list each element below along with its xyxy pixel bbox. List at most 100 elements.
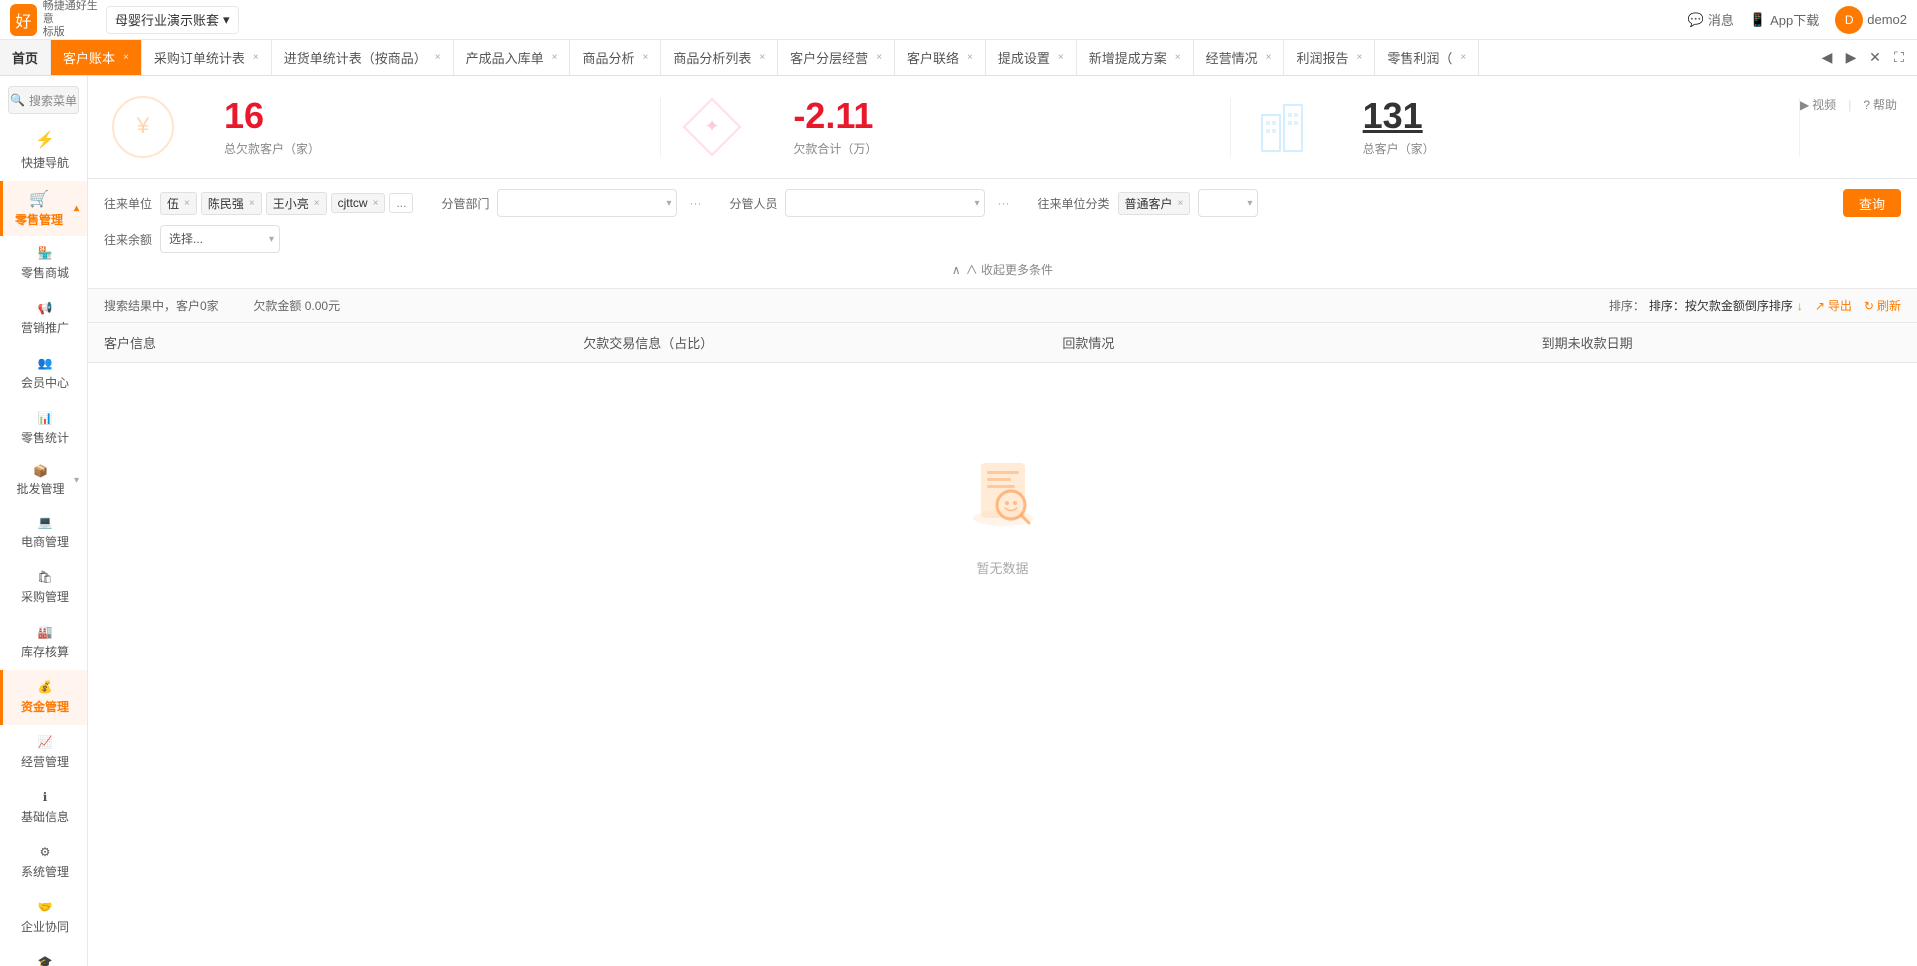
more-tags-button[interactable]: ...: [389, 193, 413, 213]
tab-product-analysis[interactable]: 商品分析 ×: [570, 40, 661, 75]
result-info: 搜索结果中，客户0家 欠款金额 0.00元: [104, 297, 340, 314]
filter-row-2: 往来余额 选择...: [104, 225, 1901, 253]
sidebar-item-purchase-mgmt[interactable]: 🛍 采购管理: [0, 560, 87, 615]
tab-close-icon[interactable]: ×: [876, 52, 882, 63]
tab-fullscreen-button[interactable]: ⛶: [1889, 48, 1909, 68]
tab-customer-contact[interactable]: 客户联络 ×: [895, 40, 986, 75]
tab-label: 提成设置: [998, 48, 1050, 67]
filter-row-1: 往来单位 伍 × 陈民强 × 王小亮 × cjttcw: [104, 189, 1901, 217]
sidebar-item-sys-mgmt[interactable]: ⚙ 系统管理: [0, 835, 87, 890]
tab-close-icon[interactable]: ×: [967, 52, 973, 63]
tab-close-icon[interactable]: ×: [1058, 52, 1064, 63]
tab-close-icon[interactable]: ×: [1356, 52, 1362, 63]
query-button[interactable]: 查询: [1843, 189, 1901, 217]
purchase-icon: 🛍: [37, 570, 52, 584]
tab-business-status[interactable]: 经营情况 ×: [1194, 40, 1285, 75]
sidebar-search-button[interactable]: 🔍 搜索菜单: [8, 86, 79, 114]
workspace-selector[interactable]: 母婴行业演示账套 ▾: [106, 6, 239, 34]
filter-tag-wu[interactable]: 伍 ×: [160, 192, 197, 215]
content-area: ¥ 16 总欠款客户（家） ✦ -2.11 欠款合计（万）: [88, 76, 1917, 966]
tab-profit-report[interactable]: 利润报告 ×: [1284, 40, 1375, 75]
filter-tag-cjttcw[interactable]: cjttcw ×: [331, 193, 386, 213]
enterprise-icon: 🤝: [38, 900, 53, 914]
stat-debt-amount: -2.11 欠款合计（万）: [763, 98, 1230, 157]
tab-product-instock[interactable]: 产成品入库单 ×: [454, 40, 571, 75]
sidebar-item-finance[interactable]: 💰 资金管理: [0, 670, 87, 725]
message-button[interactable]: 💬 消息: [1688, 10, 1734, 29]
tab-retail-profit[interactable]: 零售利润（ ×: [1375, 40, 1479, 75]
tab-close-icon[interactable]: ×: [759, 52, 765, 63]
sidebar-item-batch-mgmt[interactable]: 📦 批发管理 ▾: [0, 456, 87, 505]
stats-left-decoration: ¥: [108, 92, 178, 162]
sidebar-item-retail-stats[interactable]: 📊 零售统计: [0, 401, 87, 456]
tab-product-analysis-list[interactable]: 商品分析列表 ×: [661, 40, 778, 75]
stats-mid-decoration: ✦: [677, 92, 747, 162]
sidebar-item-new-guide[interactable]: 🎓 新手引导: [0, 945, 87, 966]
tag-close-icon[interactable]: ×: [1178, 198, 1184, 209]
result-actions: 排序： 排序：按欠款金额倒序排序 ↓ ↗ 导出 ↻ 刷新: [1609, 297, 1901, 314]
tag-close-icon[interactable]: ×: [184, 198, 190, 209]
sidebar-item-retail-mall[interactable]: 🏪 零售商城: [0, 236, 87, 291]
tab-close-icon[interactable]: ×: [642, 52, 648, 63]
message-icon: 💬: [1688, 12, 1704, 28]
sidebar-item-enterprise-collab[interactable]: 🤝 企业协同: [0, 890, 87, 945]
tab-bar-actions: ◀ ▶ ✕ ⛶: [1809, 40, 1917, 75]
sidebar-item-basic-info[interactable]: ℹ 基础信息: [0, 780, 87, 835]
sidebar-item-ops-mgmt[interactable]: 📈 经营管理: [0, 725, 87, 780]
sidebar-item-quick-nav[interactable]: ⚡ 快捷导航: [0, 120, 87, 181]
logo-text: 畅捷通好生意 标版: [43, 0, 98, 39]
sidebar-item-retail-mgmt[interactable]: 🛒 零售管理 ▴: [0, 181, 87, 236]
video-icon: ▶: [1800, 98, 1809, 112]
tag-close-icon[interactable]: ×: [314, 198, 320, 209]
search-icon: 🔍: [10, 93, 25, 107]
tab-customer-cost[interactable]: 客户账本 ×: [51, 40, 142, 75]
dept-select-wrapper: [497, 189, 677, 217]
sort-button[interactable]: 排序： 排序：按欠款金额倒序排序 ↓: [1609, 297, 1803, 314]
help-link[interactable]: ? 帮助: [1863, 96, 1897, 113]
stat-value-debt: -2.11: [793, 98, 873, 134]
sidebar-item-member-center[interactable]: 👥 会员中心: [0, 346, 87, 401]
tab-close-icon[interactable]: ×: [552, 52, 558, 63]
balance-select[interactable]: 选择...: [160, 225, 280, 253]
tag-close-icon[interactable]: ×: [249, 198, 255, 209]
filter-tag-chen[interactable]: 陈民强 ×: [201, 192, 262, 215]
empty-state: 暂无数据: [88, 363, 1917, 657]
basic-info-icon: ℹ: [43, 790, 48, 804]
tab-new-improve[interactable]: 新增提成方案 ×: [1077, 40, 1194, 75]
refresh-button[interactable]: ↻ 刷新: [1864, 297, 1901, 314]
tab-purchase-stats[interactable]: 采购订单统计表 ×: [142, 40, 272, 75]
tab-close-icon[interactable]: ×: [1460, 52, 1466, 63]
tab-close-icon[interactable]: ×: [1175, 52, 1181, 63]
sidebar-item-ecommerce[interactable]: 💻 电商管理: [0, 505, 87, 560]
data-table: 客户信息 欠款交易信息（占比） 回款情况 到期未收款日期: [88, 323, 1917, 966]
filter-tag-wang[interactable]: 王小亮 ×: [266, 192, 327, 215]
tab-close-icon[interactable]: ×: [1266, 52, 1272, 63]
person-select[interactable]: [785, 189, 985, 217]
top-nav-left: 好 畅捷通好生意 标版 母婴行业演示账套 ▾: [10, 0, 239, 39]
tab-home[interactable]: 首页: [0, 40, 51, 75]
col-header-debt: 欠款交易信息（占比）: [583, 333, 1062, 352]
empty-illustration: [953, 443, 1053, 546]
tab-prev-button[interactable]: ◀: [1817, 48, 1837, 68]
user-menu[interactable]: D demo2: [1835, 6, 1907, 34]
tab-close-all-button[interactable]: ✕: [1865, 48, 1885, 68]
tag-close-icon[interactable]: ×: [373, 198, 379, 209]
sidebar-item-marketing[interactable]: 📢 营销推广: [0, 291, 87, 346]
export-button[interactable]: ↗ 导出: [1815, 297, 1852, 314]
dept-select[interactable]: [497, 189, 677, 217]
tab-customer-tier[interactable]: 客户分层经营 ×: [778, 40, 895, 75]
tab-stock-stats[interactable]: 进货单统计表（按商品） ×: [272, 40, 454, 75]
sidebar-item-inventory[interactable]: 🏭 库存核算: [0, 615, 87, 670]
app-download-button[interactable]: 📱 App下载: [1750, 10, 1819, 29]
tab-close-icon[interactable]: ×: [435, 52, 441, 63]
unit-type-select[interactable]: [1198, 189, 1258, 217]
tab-next-button[interactable]: ▶: [1841, 48, 1861, 68]
tab-improve-settings[interactable]: 提成设置 ×: [986, 40, 1077, 75]
tab-close-icon[interactable]: ×: [253, 52, 259, 63]
tab-close-icon[interactable]: ×: [123, 52, 129, 63]
top-nav: 好 畅捷通好生意 标版 母婴行业演示账套 ▾ 💬 消息 📱 App下载 D de…: [0, 0, 1917, 40]
stat-total-debtors: 16 总欠款客户（家）: [194, 98, 661, 157]
filter-tag-normal-customer[interactable]: 普通客户 ×: [1118, 192, 1191, 215]
video-link[interactable]: ▶ 视频: [1800, 96, 1836, 113]
collapse-button[interactable]: ∧ ∧ 收起更多条件: [952, 261, 1053, 278]
